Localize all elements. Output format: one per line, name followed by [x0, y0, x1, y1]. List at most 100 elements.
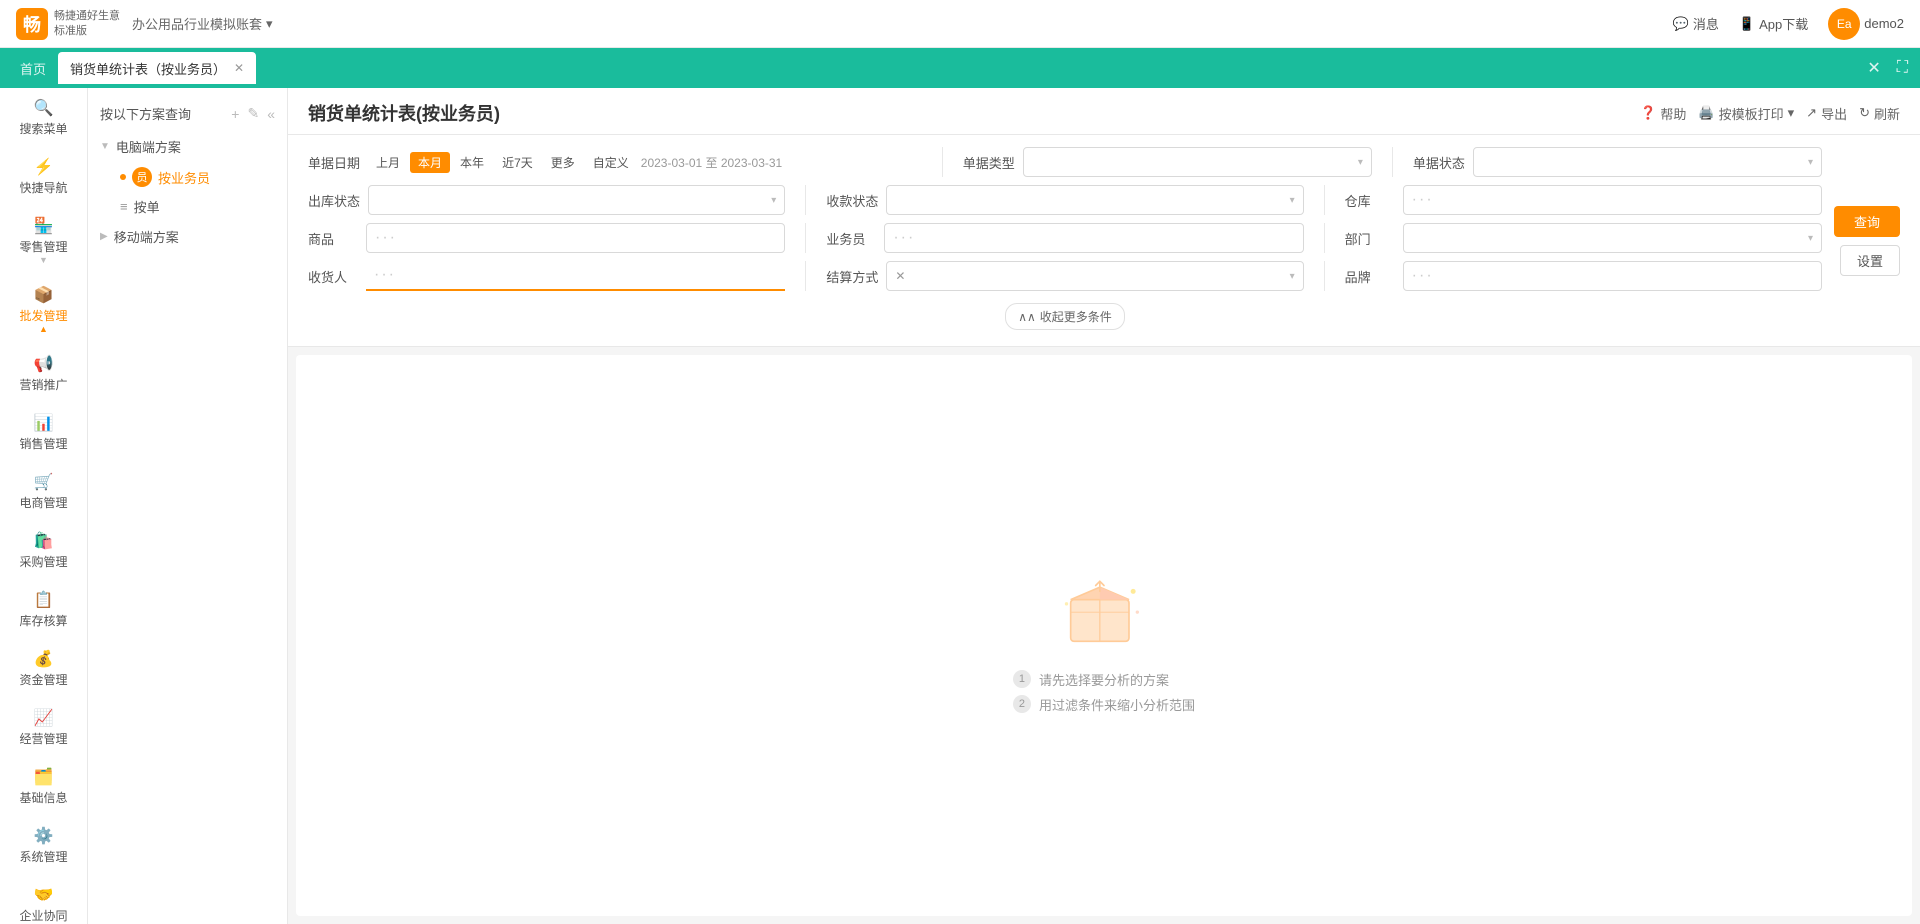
tab-close-icon[interactable]: ✕: [234, 61, 244, 75]
tree-desktop-arrow-icon: ▼: [100, 141, 110, 152]
page-header: 销货单统计表(按业务员) ❓ 帮助 🖨️ 按模板打印 ▾ ↗ 导出: [288, 88, 1920, 135]
tab-close-window-icon[interactable]: ✕: [1863, 54, 1884, 82]
page-header-actions: ❓ 帮助 🖨️ 按模板打印 ▾ ↗ 导出 ↻ 刷新: [1640, 104, 1900, 123]
filter-panel: 单据日期 上月 本月 本年 近7天 更多 自定义: [288, 135, 1920, 347]
message-nav-item[interactable]: 💬 消息: [1673, 14, 1719, 33]
filter-brand: 品牌 ···: [1345, 261, 1822, 291]
out-status-arrow-icon: ▾: [771, 195, 776, 206]
tree-sub-item-order[interactable]: ≡ 按单: [108, 192, 287, 221]
wholesale-arrow-icon: ▲: [4, 324, 83, 334]
doc-type-arrow-icon: ▾: [1358, 157, 1363, 168]
consignee-control[interactable]: ···: [366, 261, 785, 291]
sidebar-item-basic[interactable]: 🗂️ 基础信息: [0, 757, 87, 816]
receipt-status-label: 收款状态: [826, 191, 878, 210]
breadcrumb-arrow-icon[interactable]: ▾: [266, 16, 273, 32]
template-print-btn[interactable]: 🖨️ 按模板打印 ▾: [1698, 104, 1794, 123]
edit-scheme-icon[interactable]: ✎: [247, 105, 259, 122]
tree-desktop-scheme: ▼ 电脑端方案 员 按业务员 ≡ 按单: [88, 131, 287, 221]
app-download-nav-item[interactable]: 📱 App下载: [1739, 14, 1808, 33]
filter-receipt-status: 收款状态 ▾: [826, 185, 1303, 215]
settlement-control[interactable]: ✕ ▾: [886, 261, 1303, 291]
add-scheme-icon[interactable]: +: [231, 106, 239, 122]
receipt-status-control[interactable]: ▾: [886, 185, 1303, 215]
tree-desktop-label: 电脑端方案: [116, 137, 181, 156]
tree-sub-salesman-label: 按业务员: [158, 168, 210, 187]
user-nav-item[interactable]: Ea demo2: [1828, 8, 1904, 40]
sidebar-item-finance[interactable]: 💰 资金管理: [0, 639, 87, 698]
date-btn-custom[interactable]: 自定义: [585, 152, 637, 173]
export-btn[interactable]: ↗ 导出: [1806, 104, 1847, 123]
operations-icon: 📈: [4, 708, 83, 728]
date-btn-more[interactable]: 更多: [543, 152, 583, 173]
date-btn-this-year[interactable]: 本年: [452, 152, 492, 173]
sidebar-item-system[interactable]: ⚙️ 系统管理: [0, 816, 87, 875]
sidebar-item-retail[interactable]: 🏪 零售管理 ▼: [0, 206, 87, 275]
tab-home[interactable]: 首页: [8, 52, 58, 84]
divider-3: [805, 185, 806, 215]
sidebar-item-marketing[interactable]: 📢 营销推广: [0, 344, 87, 403]
query-button[interactable]: 查询: [1834, 206, 1900, 237]
tree-mobile-scheme: ▶ 移动端方案: [88, 221, 287, 252]
date-btn-this-month[interactable]: 本月: [410, 152, 450, 173]
sidebar-item-enterprise[interactable]: 🤝 企业协同: [0, 875, 87, 924]
tree-sub-item-salesman[interactable]: 员 按业务员: [108, 162, 287, 192]
date-quick-buttons: 上月 本月 本年 近7天 更多 自定义: [368, 152, 637, 173]
quick-nav-icon: ⚡: [4, 157, 83, 177]
tab-bar-actions: ✕ ⛶: [1863, 54, 1912, 82]
sidebar-item-search[interactable]: 🔍 搜索菜单: [0, 88, 87, 147]
marketing-icon: 📢: [4, 354, 83, 374]
tree-item-desktop[interactable]: ▼ 电脑端方案: [88, 131, 287, 162]
help-btn[interactable]: ❓ 帮助: [1640, 104, 1686, 123]
tab-sales-stat[interactable]: 销货单统计表（按业务员） ✕: [58, 52, 256, 84]
sidebar-item-quick-nav[interactable]: ⚡ 快捷导航: [0, 147, 87, 206]
doc-status-control[interactable]: ▾: [1473, 147, 1822, 177]
tab-expand-icon[interactable]: ⛶: [1893, 55, 1912, 81]
ecommerce-icon: 🛒: [4, 472, 83, 492]
sidebar-item-sales[interactable]: 📊 销售管理: [0, 403, 87, 462]
order-icon: ≡: [120, 199, 128, 214]
filter-row-3: 商品 ··· 业务员 ···: [308, 223, 1822, 253]
filter-out-status: 出库状态 ▾: [308, 185, 785, 215]
divider-5: [805, 223, 806, 253]
sidebar-item-purchase[interactable]: 🛍️ 采购管理: [0, 521, 87, 580]
retail-icon: 🏪: [4, 216, 83, 236]
system-icon: ⚙️: [4, 826, 83, 846]
sidebar-item-inventory[interactable]: 📋 库存核算: [0, 580, 87, 639]
active-dot-icon: [120, 174, 126, 180]
basic-icon: 🗂️: [4, 767, 83, 787]
search-icon: 🔍: [4, 98, 83, 118]
tree-mobile-arrow-icon: ▶: [100, 231, 108, 242]
date-btn-last-month[interactable]: 上月: [368, 152, 408, 173]
out-status-control[interactable]: ▾: [368, 185, 785, 215]
doc-type-control[interactable]: ▾: [1023, 147, 1372, 177]
goods-control[interactable]: ···: [366, 223, 785, 253]
date-btn-7days[interactable]: 近7天: [494, 152, 541, 173]
filter-main: 单据日期 上月 本月 本年 近7天 更多 自定义: [308, 147, 1900, 334]
collapse-panel-icon[interactable]: «: [267, 106, 275, 122]
sidebar-item-wholesale[interactable]: 📦 批发管理 ▲: [0, 275, 87, 344]
sidebar: 🔍 搜索菜单 ⚡ 快捷导航 🏪 零售管理 ▼ 📦 批发管理 ▲ 📢 营销推广 📊…: [0, 88, 88, 924]
collapse-button[interactable]: ∧∧ 收起更多条件: [1005, 303, 1125, 330]
avatar: Ea: [1828, 8, 1860, 40]
settlement-clear-icon[interactable]: ✕: [895, 269, 905, 283]
template-print-arrow-icon: ▾: [1788, 105, 1795, 121]
salesman-control[interactable]: ···: [884, 223, 1303, 253]
sidebar-item-operations[interactable]: 📈 经营管理: [0, 698, 87, 757]
setting-button[interactable]: 设置: [1840, 245, 1900, 276]
settlement-label: 结算方式: [826, 267, 878, 286]
tab-home-label: 首页: [20, 59, 46, 78]
sidebar-item-ecommerce[interactable]: 🛒 电商管理: [0, 462, 87, 521]
divider-1: [942, 147, 943, 177]
out-status-label: 出库状态: [308, 191, 360, 210]
tree-item-mobile[interactable]: ▶ 移动端方案: [88, 221, 287, 252]
brand-control[interactable]: ···: [1403, 261, 1822, 291]
date-filter-area: 上月 本月 本年 近7天 更多 自定义 2023-03-01 至 2023-03…: [368, 152, 922, 173]
refresh-btn[interactable]: ↻ 刷新: [1859, 104, 1900, 123]
department-control[interactable]: ▾: [1403, 223, 1822, 253]
filter-fields: 单据日期 上月 本月 本年 近7天 更多 自定义: [308, 147, 1822, 334]
collapse-up-icon: ∧∧: [1018, 310, 1036, 324]
export-icon: ↗: [1806, 105, 1817, 121]
goods-label: 商品: [308, 229, 358, 248]
divider-4: [1324, 185, 1325, 215]
warehouse-control[interactable]: ···: [1403, 185, 1822, 215]
